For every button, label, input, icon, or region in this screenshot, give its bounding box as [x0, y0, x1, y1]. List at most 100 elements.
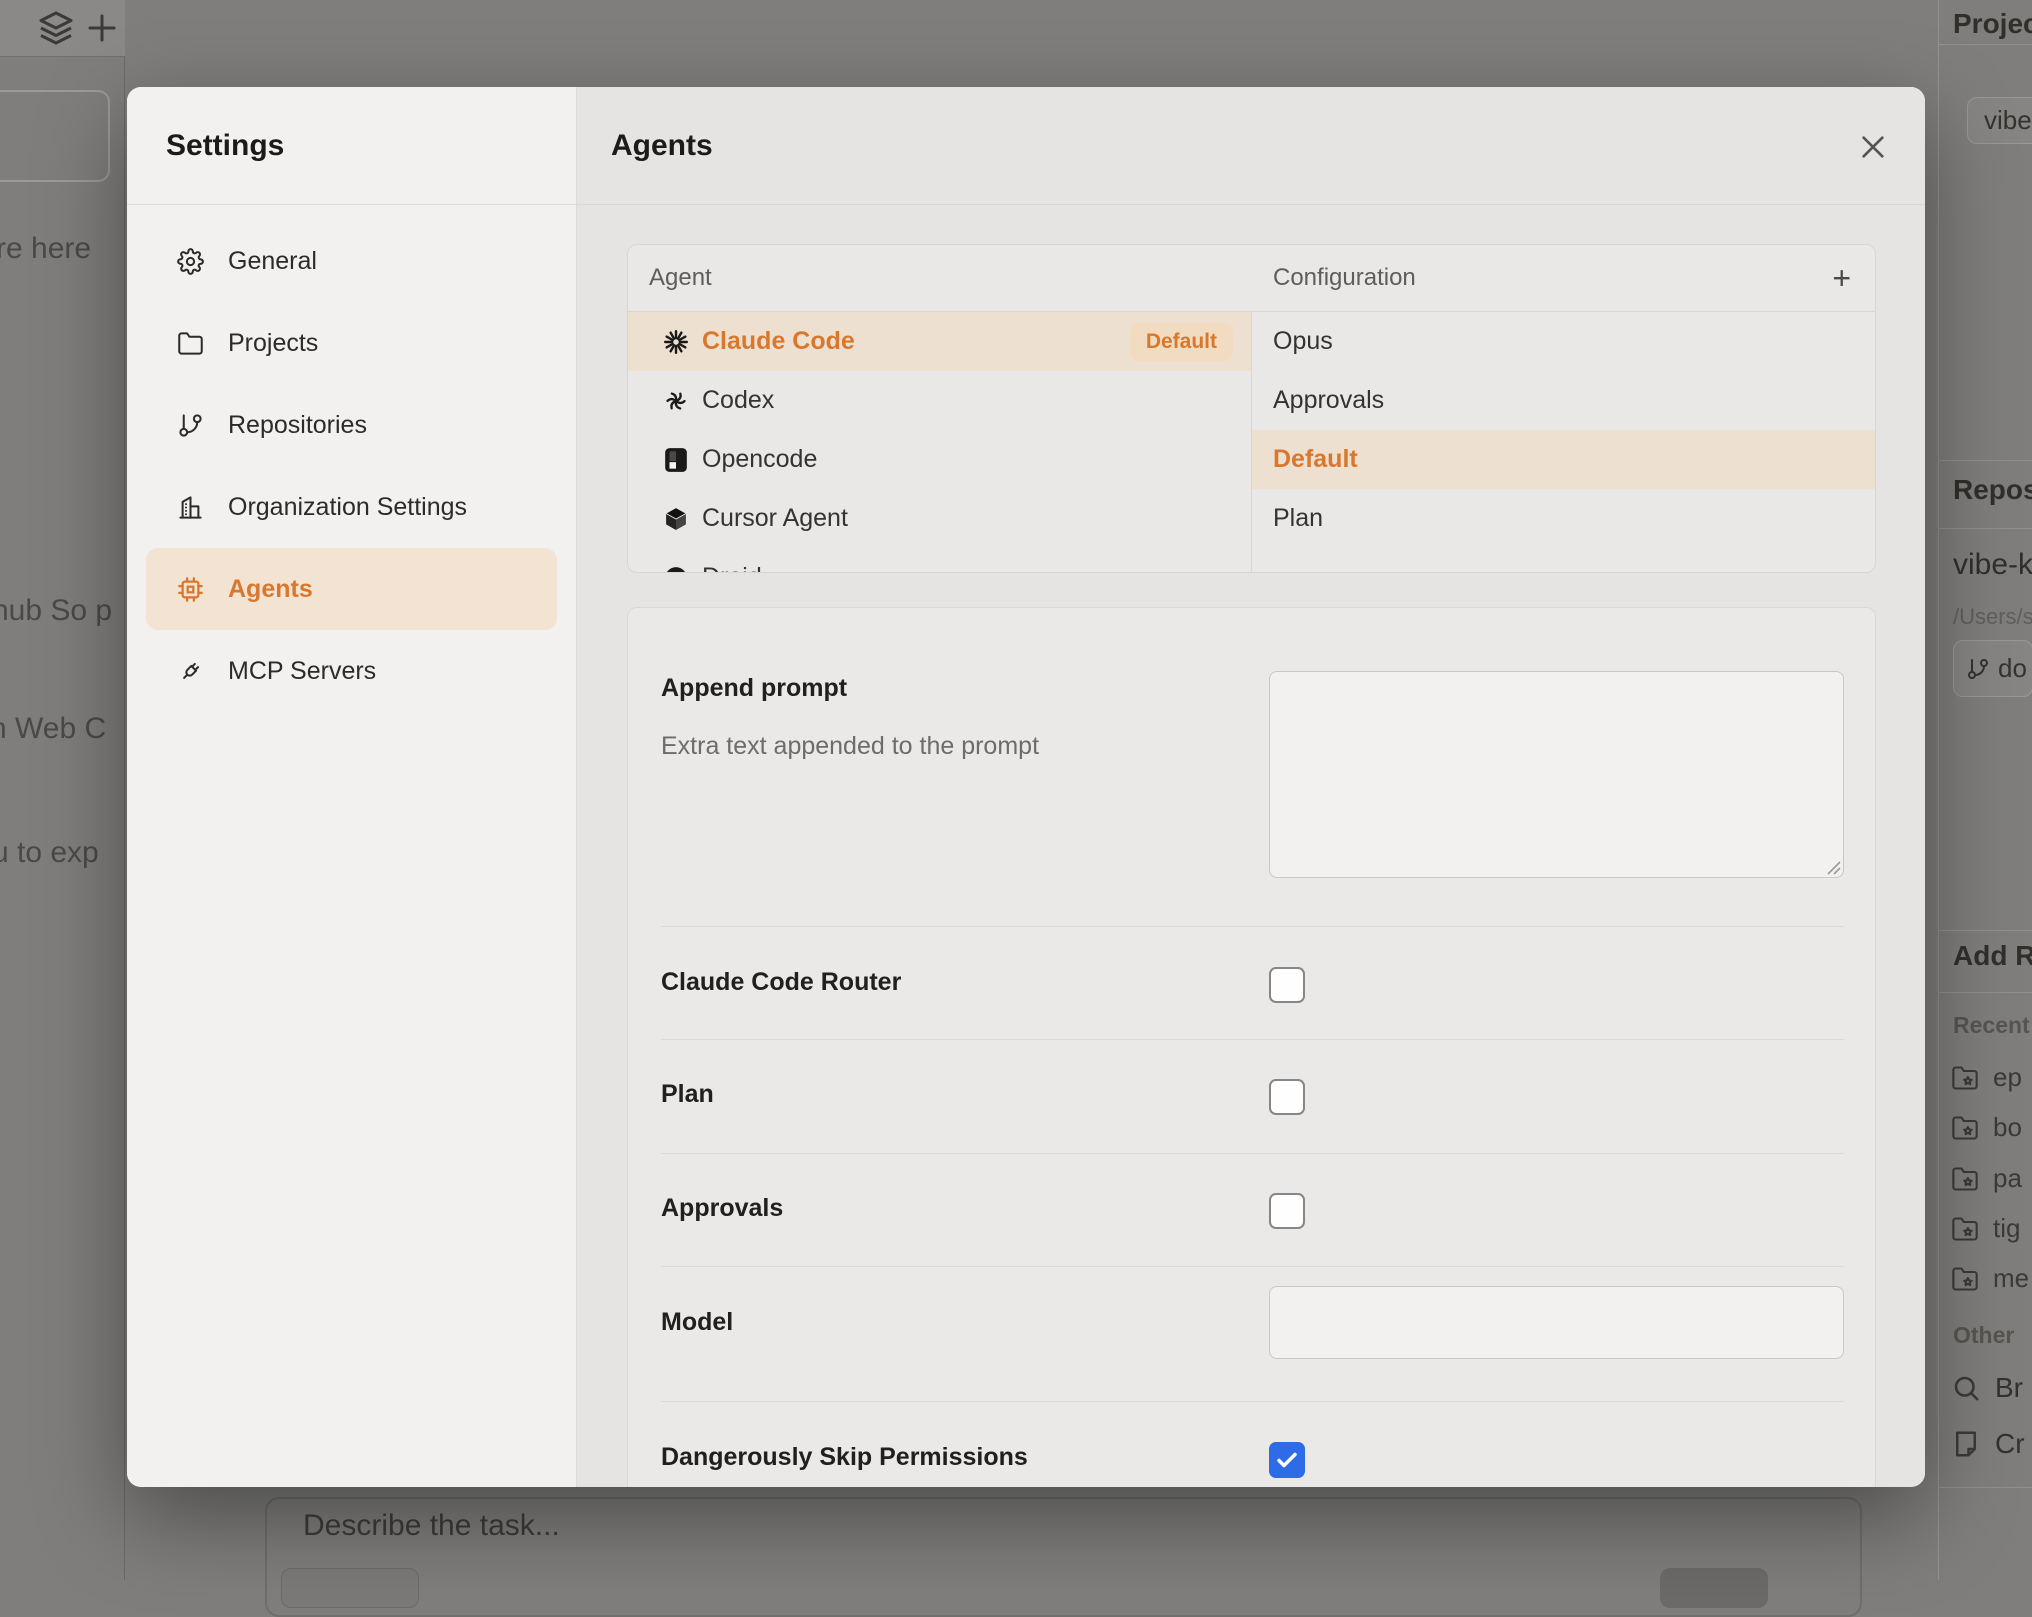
- config-row-approvals[interactable]: Approvals: [1252, 371, 1875, 430]
- browse-repos-item[interactable]: Br: [1951, 1372, 2023, 1404]
- sidebar-item-agents[interactable]: Agents: [146, 548, 557, 630]
- git-branch-icon: [1966, 657, 1990, 681]
- config-name: Opus: [1273, 327, 1333, 356]
- settings-main-header: Agents: [577, 87, 1925, 205]
- agent-row-droid[interactable]: Droid: [628, 548, 1251, 573]
- recent-repo-item[interactable]: ep: [1951, 1062, 2022, 1093]
- background-text: re here: [0, 232, 91, 266]
- config-name: Default: [1273, 445, 1358, 474]
- agent-name: Cursor Agent: [702, 504, 848, 533]
- settings-title: Settings: [166, 129, 284, 163]
- plus-icon[interactable]: [84, 10, 120, 46]
- close-icon[interactable]: [1857, 131, 1889, 163]
- settings-nav: General Projects Repositories Organizati…: [127, 205, 576, 712]
- approvals-label: Approvals: [661, 1194, 783, 1223]
- config-row-plan[interactable]: Plan: [1252, 489, 1875, 548]
- opencode-terminal-icon: [662, 446, 690, 474]
- table-header-row: Agent Configuration +: [628, 245, 1875, 312]
- claude-code-router-checkbox[interactable]: [1269, 967, 1305, 1003]
- new-file-icon: [1951, 1429, 1981, 1459]
- recent-repo-label: pa: [1993, 1163, 2022, 1194]
- task-submit-button[interactable]: [1660, 1568, 1768, 1608]
- model-label: Model: [661, 1308, 733, 1337]
- building-icon: [177, 494, 204, 521]
- agent-name: Claude Code: [702, 327, 855, 356]
- folder-star-icon: [1951, 1114, 1979, 1142]
- default-badge: Default: [1130, 323, 1233, 361]
- sidebar-item-general[interactable]: General: [146, 220, 557, 302]
- plan-checkbox[interactable]: [1269, 1079, 1305, 1115]
- background-left-sidebar: re here: [0, 0, 125, 1580]
- agent-row-claude-code[interactable]: Claude Code Default: [628, 312, 1251, 371]
- branch-select[interactable]: do: [1953, 640, 2032, 697]
- project-select[interactable]: vibe: [1967, 97, 2032, 144]
- layers-icon[interactable]: [38, 10, 74, 46]
- sidebar-item-label: Repositories: [228, 411, 367, 440]
- claude-code-router-label: Claude Code Router: [661, 968, 901, 997]
- config-name: Approvals: [1273, 386, 1384, 415]
- recent-repo-item[interactable]: pa: [1951, 1163, 2022, 1194]
- project-select-value: vibe: [1984, 105, 2032, 136]
- agent-config-table: Agent Configuration + Claude Code Defaul…: [627, 244, 1876, 573]
- agent-row-cursor-agent[interactable]: Cursor Agent: [628, 489, 1251, 548]
- recent-repo-label: bo: [1993, 1112, 2022, 1143]
- agent-name: Droid: [702, 563, 762, 573]
- resize-grip-icon[interactable]: [1824, 858, 1842, 876]
- folder-star-icon: [1951, 1215, 1979, 1243]
- dangerously-skip-permissions-checkbox[interactable]: [1269, 1442, 1305, 1478]
- plug-icon: [177, 658, 204, 685]
- repository-header: Repos: [1953, 474, 2032, 506]
- sidebar-item-label: General: [228, 247, 317, 276]
- task-input-placeholder: Describe the task...: [303, 1509, 560, 1543]
- search-icon: [1951, 1373, 1981, 1403]
- sidebar-item-label: Projects: [228, 329, 318, 358]
- table-body: Claude Code Default Codex Opencode: [628, 312, 1875, 573]
- recent-repo-item[interactable]: bo: [1951, 1112, 2022, 1143]
- append-prompt-description: Extra text appended to the prompt: [661, 732, 1039, 761]
- gear-icon: [177, 248, 204, 275]
- cursor-cube-icon: [662, 505, 690, 533]
- settings-main: Agents Agent Configuration + Claude Code…: [577, 87, 1925, 1487]
- recent-repo-item[interactable]: me: [1951, 1263, 2029, 1294]
- configuration-column: Opus Approvals Default Plan: [1252, 312, 1875, 573]
- codex-swirl-icon: [662, 387, 690, 415]
- recent-repo-item[interactable]: tig: [1951, 1213, 2020, 1244]
- sidebar-item-mcp-servers[interactable]: MCP Servers: [146, 630, 557, 712]
- background-text: hub So p: [0, 594, 112, 628]
- agent-row-codex[interactable]: Codex: [628, 371, 1251, 430]
- repository-path: /Users/s: [1953, 604, 2032, 630]
- task-toolbar-button[interactable]: [281, 1568, 419, 1608]
- task-input[interactable]: Describe the task...: [265, 1497, 1862, 1617]
- recent-repo-label: me: [1993, 1263, 2029, 1294]
- sidebar-item-organization-settings[interactable]: Organization Settings: [146, 466, 557, 548]
- model-input[interactable]: [1269, 1286, 1844, 1359]
- add-configuration-button[interactable]: +: [1832, 262, 1875, 294]
- append-prompt-label: Append prompt: [661, 674, 847, 703]
- config-name: Plan: [1273, 504, 1323, 533]
- settings-sidebar: Settings General Projects Repositories O…: [127, 87, 577, 1487]
- agent-row-opencode[interactable]: Opencode: [628, 430, 1251, 489]
- config-row-default[interactable]: Default: [1252, 430, 1875, 489]
- plan-label: Plan: [661, 1080, 714, 1109]
- append-prompt-textarea[interactable]: [1269, 671, 1844, 878]
- agent-column: Claude Code Default Codex Opencode: [628, 312, 1252, 573]
- sidebar-item-projects[interactable]: Projects: [146, 302, 557, 384]
- config-row-opus[interactable]: Opus: [1252, 312, 1875, 371]
- add-repository-header: Add R: [1953, 940, 2032, 972]
- repository-name: vibe-k: [1953, 548, 2032, 582]
- settings-sidebar-header: Settings: [127, 87, 576, 205]
- branch-select-value: do: [1998, 653, 2027, 684]
- dangerously-skip-permissions-label: Dangerously Skip Permissions: [661, 1443, 1028, 1472]
- claude-starburst-icon: [662, 328, 690, 356]
- project-header: Projec: [1953, 8, 2032, 40]
- create-repo-item[interactable]: Cr: [1951, 1428, 2025, 1460]
- configuration-column-header: Configuration: [1252, 264, 1832, 292]
- create-repo-label: Cr: [1995, 1428, 2025, 1460]
- recent-repo-label: tig: [1993, 1213, 2020, 1244]
- approvals-checkbox[interactable]: [1269, 1193, 1305, 1229]
- agent-name: Opencode: [702, 445, 817, 474]
- recent-repo-label: ep: [1993, 1062, 2022, 1093]
- sidebar-item-repositories[interactable]: Repositories: [146, 384, 557, 466]
- sidebar-item-label: Organization Settings: [228, 493, 467, 522]
- page-title: Agents: [611, 129, 713, 163]
